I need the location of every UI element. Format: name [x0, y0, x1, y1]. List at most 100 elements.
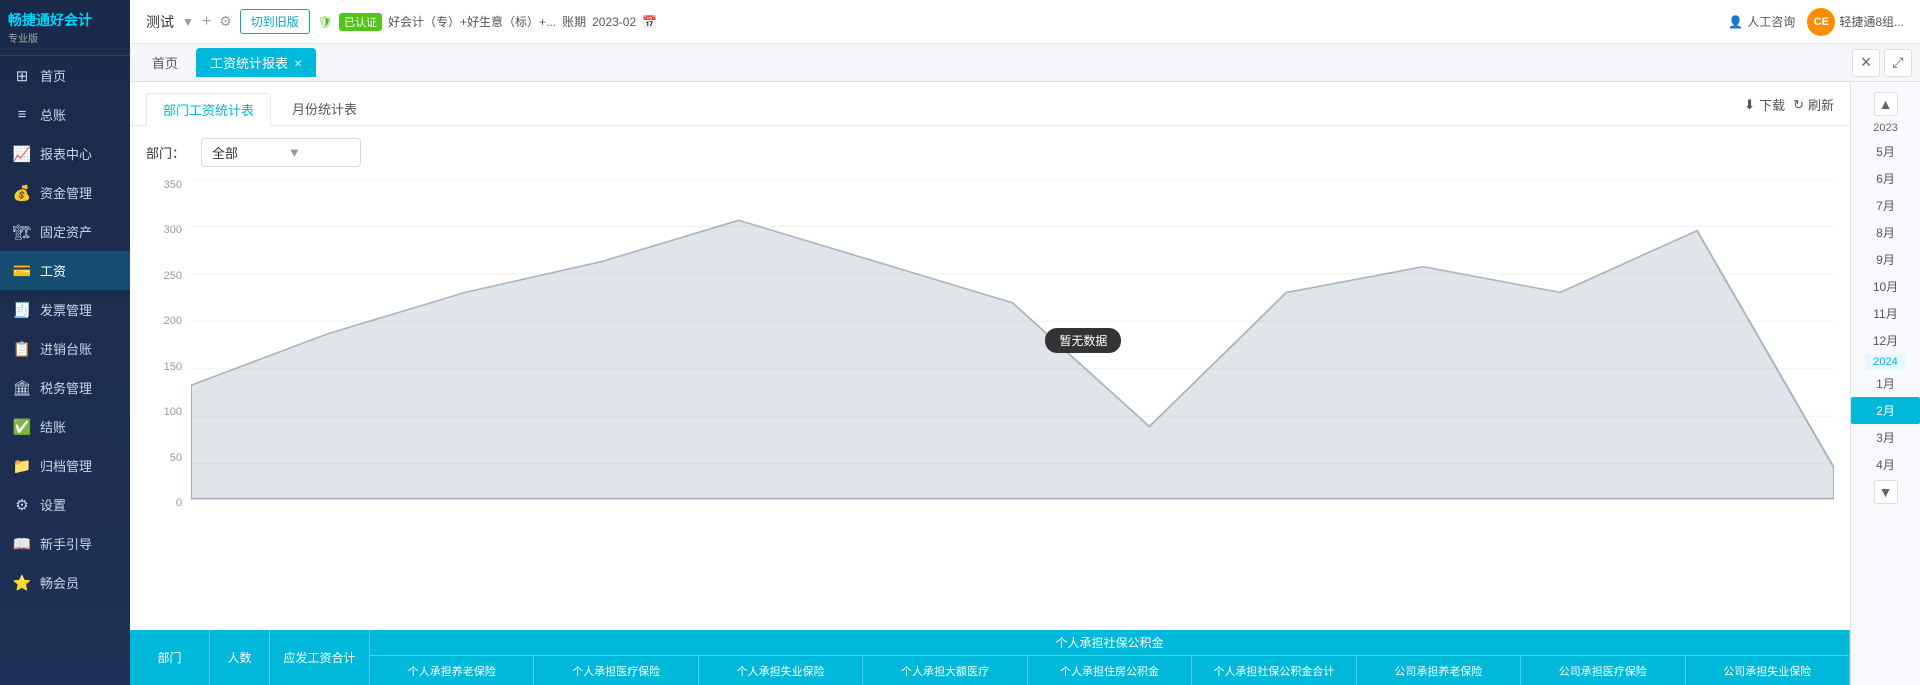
- funds-icon: 💰: [12, 184, 32, 202]
- sidebar-item-label: 首页: [40, 66, 66, 85]
- y-label-350: 350: [164, 179, 182, 191]
- sidebar-item-tax[interactable]: 🏛 税务管理: [0, 368, 130, 407]
- col-salary: 应发工资合计: [270, 630, 370, 685]
- y-label-0: 0: [176, 497, 182, 509]
- sidebar-item-label: 进销台账: [40, 339, 92, 358]
- month-2023-5[interactable]: 5月: [1851, 138, 1920, 165]
- sidebar-item-label: 固定资产: [40, 222, 92, 241]
- calendar-icon: 📅: [642, 15, 657, 29]
- col-dept: 部门: [130, 630, 210, 685]
- refresh-label: 刷新: [1808, 95, 1834, 114]
- sidebar-item-sales[interactable]: 📋 进销台账: [0, 329, 130, 368]
- panel-nav-down[interactable]: ▼: [1874, 480, 1898, 504]
- tab-salary-report[interactable]: 工资统计报表 ×: [196, 48, 316, 77]
- sales-icon: 📋: [12, 340, 32, 358]
- archive-icon: 📁: [12, 457, 32, 475]
- ledger-icon: ≡: [12, 106, 32, 123]
- sidebar-item-home[interactable]: ⊞ 首页: [0, 56, 130, 95]
- switch-mode-button[interactable]: 切到旧版: [240, 9, 310, 34]
- member-icon: ⭐: [12, 574, 32, 592]
- year-2023-label: 2023: [1873, 118, 1897, 138]
- sidebar-item-invoices[interactable]: 🧾 发票管理: [0, 290, 130, 329]
- sub-tab-dept[interactable]: 部门工资统计表: [146, 93, 271, 126]
- month-2024-3[interactable]: 3月: [1851, 424, 1920, 451]
- user-avatar-area[interactable]: CE 轻捷通8组...: [1807, 8, 1904, 36]
- sidebar-item-label: 发票管理: [40, 300, 92, 319]
- sidebar-item-label: 资金管理: [40, 183, 92, 202]
- chart-svg-area: 暂无数据: [191, 179, 1834, 509]
- sidebar-item-label: 新手引导: [40, 534, 92, 553]
- sidebar-item-member[interactable]: ⭐ 畅会员: [0, 563, 130, 602]
- sidebar-item-archive[interactable]: 📁 归档管理: [0, 446, 130, 485]
- y-label-200: 200: [164, 315, 182, 327]
- y-label-250: 250: [164, 270, 182, 282]
- topbar-settings-icon[interactable]: ⚙: [219, 13, 232, 30]
- month-2024-4[interactable]: 4月: [1851, 451, 1920, 478]
- tab-close-icon[interactable]: ×: [294, 55, 302, 71]
- sidebar-item-label: 工资: [40, 261, 66, 280]
- y-label-300: 300: [164, 224, 182, 236]
- chart-area-path: [191, 220, 1834, 498]
- download-button[interactable]: ⬇ 下载: [1744, 95, 1785, 114]
- right-panel: ▲ 2023 5月 6月 7月 8月 9月 10月 11月 12月 2024 1…: [1850, 82, 1920, 685]
- month-2023-7[interactable]: 7月: [1851, 192, 1920, 219]
- col-company-unemployment: 公司承担失业保险: [1686, 656, 1850, 685]
- tax-icon: 🏛: [12, 379, 32, 397]
- month-2023-12[interactable]: 12月: [1851, 327, 1920, 354]
- salary-icon: 💳: [12, 262, 32, 280]
- page-main: 部门工资统计表 月份统计表 ⬇ 下载 ↻ 刷新: [130, 82, 1850, 685]
- panel-expand-button[interactable]: ⤢: [1884, 49, 1912, 77]
- month-2024-1[interactable]: 1月: [1851, 370, 1920, 397]
- sidebar-item-general-ledger[interactable]: ≡ 总账: [0, 95, 130, 134]
- dept-select-value: 全部: [212, 143, 238, 162]
- col-major-medical: 个人承担大额医疗: [863, 656, 1027, 685]
- month-2023-9[interactable]: 9月: [1851, 246, 1920, 273]
- sidebar-item-label: 总账: [40, 105, 66, 124]
- tab-home[interactable]: 首页: [138, 48, 192, 77]
- topbar-status-area: 🛡 已认证 好会计（专）+好生意（标）+... 账期 2023-02 📅: [318, 13, 657, 31]
- download-label: 下载: [1759, 95, 1785, 114]
- chart-svg: [191, 179, 1834, 509]
- col-company-medical: 公司承担医疗保险: [1521, 656, 1685, 685]
- sidebar-item-checkout[interactable]: ✅ 结账: [0, 407, 130, 446]
- col-pension: 个人承担养老保险: [370, 656, 534, 685]
- sidebar-item-funds[interactable]: 💰 资金管理: [0, 173, 130, 212]
- period-label: 账期: [562, 13, 586, 30]
- tabbar: 首页 工资统计报表 × × ⤢: [130, 44, 1920, 82]
- sidebar-item-reports[interactable]: 📈 报表中心: [0, 134, 130, 173]
- download-icon: ⬇: [1744, 97, 1755, 113]
- panel-close-button[interactable]: ×: [1852, 49, 1880, 77]
- sidebar-item-fixed-assets[interactable]: 🏗 固定资产: [0, 212, 130, 251]
- settings-icon: ⚙: [12, 496, 32, 514]
- sidebar-item-salary[interactable]: 💳 工资: [0, 251, 130, 290]
- sub-tab-month[interactable]: 月份统计表: [275, 92, 374, 125]
- panel-nav-up[interactable]: ▲: [1874, 92, 1898, 116]
- month-2023-10[interactable]: 10月: [1851, 273, 1920, 300]
- dept-filter-label: 部门：: [146, 143, 185, 162]
- month-2024-2[interactable]: 2月: [1851, 397, 1920, 424]
- topbar-dropdown-arrow[interactable]: ▼: [182, 15, 194, 29]
- tab-panel-controls: × ⤢: [1852, 49, 1912, 77]
- dept-select[interactable]: 全部 ▼: [201, 138, 361, 167]
- human-service-button[interactable]: 👤 人工咨询: [1728, 13, 1795, 30]
- month-2023-11[interactable]: 11月: [1851, 300, 1920, 327]
- col-social-total: 个人承担社保公积金合计: [1192, 656, 1356, 685]
- user-name: 轻捷通8组...: [1839, 13, 1904, 30]
- month-2023-6[interactable]: 6月: [1851, 165, 1920, 192]
- logo-app-name: 畅捷通好会计: [8, 10, 122, 30]
- chart-container: 350 300 250 200 150 100 50 0: [146, 179, 1834, 539]
- main-content: 测试 ▼ + ⚙ 切到旧版 🛡 已认证 好会计（专）+好生意（标）+... 账期…: [130, 0, 1920, 685]
- refresh-button[interactable]: ↻ 刷新: [1793, 95, 1834, 114]
- sidebar-item-settings[interactable]: ⚙ 设置: [0, 485, 130, 524]
- year-2024-label: 2024: [1865, 354, 1905, 370]
- topbar-right: 👤 人工咨询 CE 轻捷通8组...: [1728, 8, 1904, 36]
- chart-y-labels: 350 300 250 200 150 100 50 0: [146, 179, 186, 509]
- assets-icon: 🏗: [12, 223, 32, 241]
- topbar-add-button[interactable]: +: [202, 13, 211, 31]
- reports-icon: 📈: [12, 145, 32, 163]
- month-2023-8[interactable]: 8月: [1851, 219, 1920, 246]
- chart-area: 350 300 250 200 150 100 50 0: [130, 179, 1850, 630]
- sidebar-item-label: 结账: [40, 417, 66, 436]
- sidebar-item-guide[interactable]: 📖 新手引导: [0, 524, 130, 563]
- user-avatar: CE: [1807, 8, 1835, 36]
